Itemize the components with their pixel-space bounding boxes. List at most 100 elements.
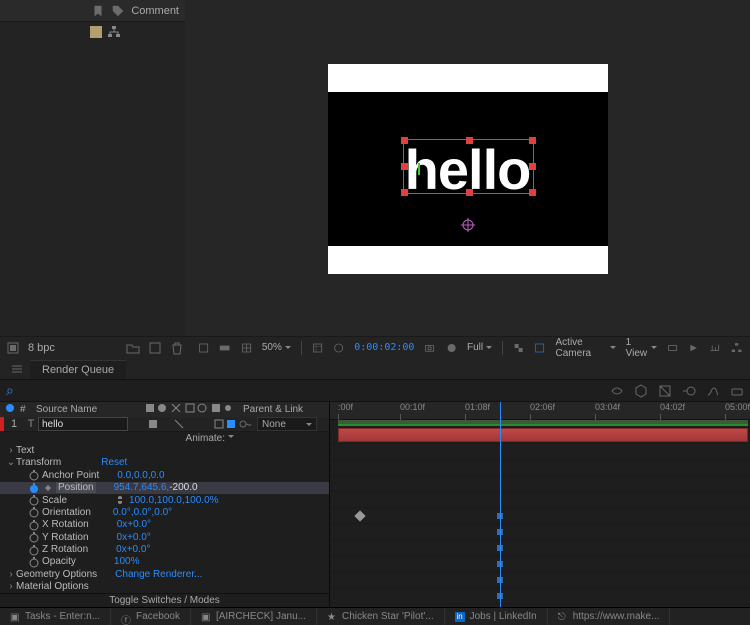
- source-col[interactable]: Source Name: [32, 404, 144, 415]
- taskbar-item[interactable]: ▣Tasks - Enter:n...: [0, 608, 111, 625]
- anchor-point-icon[interactable]: [461, 180, 475, 194]
- handle-bl[interactable]: [401, 189, 408, 196]
- position-value-z[interactable]: -200.0: [169, 482, 197, 493]
- keyframe[interactable]: [354, 510, 365, 521]
- handle-mr[interactable]: [529, 163, 536, 170]
- stopwatch-icon[interactable]: [28, 531, 40, 543]
- panel-menu-icon[interactable]: [10, 362, 24, 376]
- toggle-switches-modes[interactable]: Toggle Switches / Modes: [0, 593, 329, 607]
- handle-br[interactable]: [529, 189, 536, 196]
- geometry-options[interactable]: › Geometry Options Change Renderer...: [0, 568, 329, 580]
- grid-icon[interactable]: [241, 341, 252, 355]
- handle-tr[interactable]: [529, 137, 536, 144]
- guides-icon[interactable]: [312, 341, 323, 355]
- current-time[interactable]: 0:00:02:00: [354, 342, 414, 353]
- prop-z-rotation[interactable]: Z Rotation 0x+0.0°: [0, 543, 329, 555]
- 3d-view-icon[interactable]: [534, 341, 545, 355]
- stopwatch-active-icon[interactable]: [28, 482, 40, 494]
- anchor-value[interactable]: 0.0,0.0,0.0: [117, 470, 164, 481]
- material-options[interactable]: › Material Options: [0, 581, 329, 593]
- stopwatch-icon[interactable]: [28, 544, 40, 556]
- prop-y-rotation[interactable]: Y Rotation 0x+0.0°: [0, 531, 329, 543]
- project-item-row[interactable]: [0, 22, 185, 42]
- draft3d-icon[interactable]: [634, 384, 648, 398]
- prop-x-rotation[interactable]: X Rotation 0x+0.0°: [0, 519, 329, 531]
- snapshot-icon[interactable]: [424, 341, 435, 355]
- yrot-value[interactable]: 0x+0.0°: [117, 532, 151, 543]
- channel-icon[interactable]: [219, 341, 230, 355]
- bpc-label[interactable]: 8 bpc: [28, 342, 55, 354]
- prop-anchor-point[interactable]: Anchor Point 0.0,0.0,0.0: [0, 469, 329, 481]
- vis-col[interactable]: [0, 402, 20, 417]
- opacity-value[interactable]: 100%: [114, 556, 140, 567]
- show-channel-icon[interactable]: [446, 341, 457, 355]
- prop-opacity[interactable]: Opacity 100%: [0, 556, 329, 568]
- transform-group[interactable]: ⌄ Transform Reset: [0, 457, 329, 469]
- time-ruler[interactable]: :00f 00:10f 01:08f 02:06f 03:04f 04:02f …: [330, 402, 750, 420]
- pixel-aspect-icon[interactable]: [667, 341, 678, 355]
- xrot-value[interactable]: 0x+0.0°: [117, 519, 151, 530]
- tag-icon[interactable]: [111, 4, 125, 18]
- layer-duration-bar[interactable]: [338, 428, 748, 442]
- brainstorm-icon[interactable]: [730, 384, 744, 398]
- new-comp-icon[interactable]: [148, 341, 162, 355]
- text-layer-preview[interactable]: hello: [405, 137, 531, 202]
- layer-track[interactable]: [330, 426, 750, 444]
- reset-link[interactable]: Reset: [101, 457, 127, 468]
- fast-preview-icon[interactable]: [688, 341, 699, 355]
- zoom-dropdown[interactable]: 50%: [262, 342, 291, 353]
- tab-render-queue[interactable]: Render Queue: [30, 360, 126, 379]
- interpret-icon[interactable]: [6, 341, 20, 355]
- roi-icon[interactable]: [198, 341, 209, 355]
- frame-blend-icon[interactable]: [658, 384, 672, 398]
- prop-scale[interactable]: Scale 100.0,100.0,100.0%: [0, 494, 329, 506]
- flowchart-view-icon[interactable]: [731, 341, 742, 355]
- taskbar-item[interactable]: ★Chicken Star 'Pilot'...: [317, 608, 445, 625]
- stopwatch-icon[interactable]: [28, 506, 40, 518]
- taskbar-item[interactable]: ▣[AIRCHECK] Janu...: [191, 608, 317, 625]
- orientation-value[interactable]: 0.0°,0.0°,0.0°: [113, 507, 172, 518]
- timeline-icon[interactable]: [709, 341, 720, 355]
- shy-icon[interactable]: [610, 384, 624, 398]
- motion-blur-icon[interactable]: [682, 384, 696, 398]
- parent-dropdown[interactable]: None: [257, 417, 317, 431]
- layer-switches[interactable]: [144, 417, 239, 431]
- stopwatch-icon[interactable]: [28, 469, 40, 481]
- views-dropdown[interactable]: 1 View: [626, 337, 657, 359]
- text-group[interactable]: › Text: [0, 444, 329, 456]
- handle-tl[interactable]: [401, 137, 408, 144]
- pickwhip-icon[interactable]: [239, 417, 253, 431]
- position-track[interactable]: [330, 508, 750, 524]
- keyframe-nav-icon[interactable]: [42, 482, 54, 494]
- zrot-value[interactable]: 0x+0.0°: [116, 544, 150, 555]
- new-folder-icon[interactable]: [126, 341, 140, 355]
- layer-row-1[interactable]: 1 T None: [0, 417, 329, 432]
- camera-dropdown[interactable]: Active Camera: [556, 337, 616, 359]
- handle-ml[interactable]: [401, 163, 408, 170]
- taskbar-item[interactable]: ⓕFacebook: [111, 608, 191, 625]
- stopwatch-icon[interactable]: [28, 519, 40, 531]
- change-renderer-link[interactable]: Change Renderer...: [115, 569, 202, 580]
- composition-viewer[interactable]: hello: [185, 0, 750, 338]
- prop-orientation[interactable]: Orientation 0.0°,0.0°,0.0°: [0, 506, 329, 518]
- comp-canvas[interactable]: hello: [328, 92, 608, 246]
- position-value-xy[interactable]: 954.7,645.6,: [114, 482, 170, 493]
- stopwatch-icon[interactable]: [28, 556, 40, 568]
- mask-icon[interactable]: [333, 341, 344, 355]
- prop-position[interactable]: Position 954.7,645.6,-200.0: [0, 482, 329, 494]
- resolution-dropdown[interactable]: Full: [467, 342, 492, 353]
- playhead[interactable]: [500, 402, 501, 607]
- search-icon[interactable]: ⌕: [6, 382, 14, 399]
- layer-name-input[interactable]: [38, 417, 128, 431]
- bookmark-icon[interactable]: [91, 4, 105, 18]
- stopwatch-icon[interactable]: [28, 494, 40, 506]
- graph-editor-icon[interactable]: [706, 384, 720, 398]
- animate-menu[interactable]: Animate:: [0, 432, 329, 444]
- timeline-track-area[interactable]: :00f 00:10f 01:08f 02:06f 03:04f 04:02f …: [330, 402, 750, 607]
- constrain-icon[interactable]: [115, 494, 127, 506]
- trash-icon[interactable]: [170, 341, 184, 355]
- taskbar-item[interactable]: ⎋https://www.make...: [548, 608, 671, 625]
- handle-tm[interactable]: [466, 137, 473, 144]
- transparency-icon[interactable]: [513, 341, 524, 355]
- taskbar-item[interactable]: inJobs | LinkedIn: [445, 608, 548, 625]
